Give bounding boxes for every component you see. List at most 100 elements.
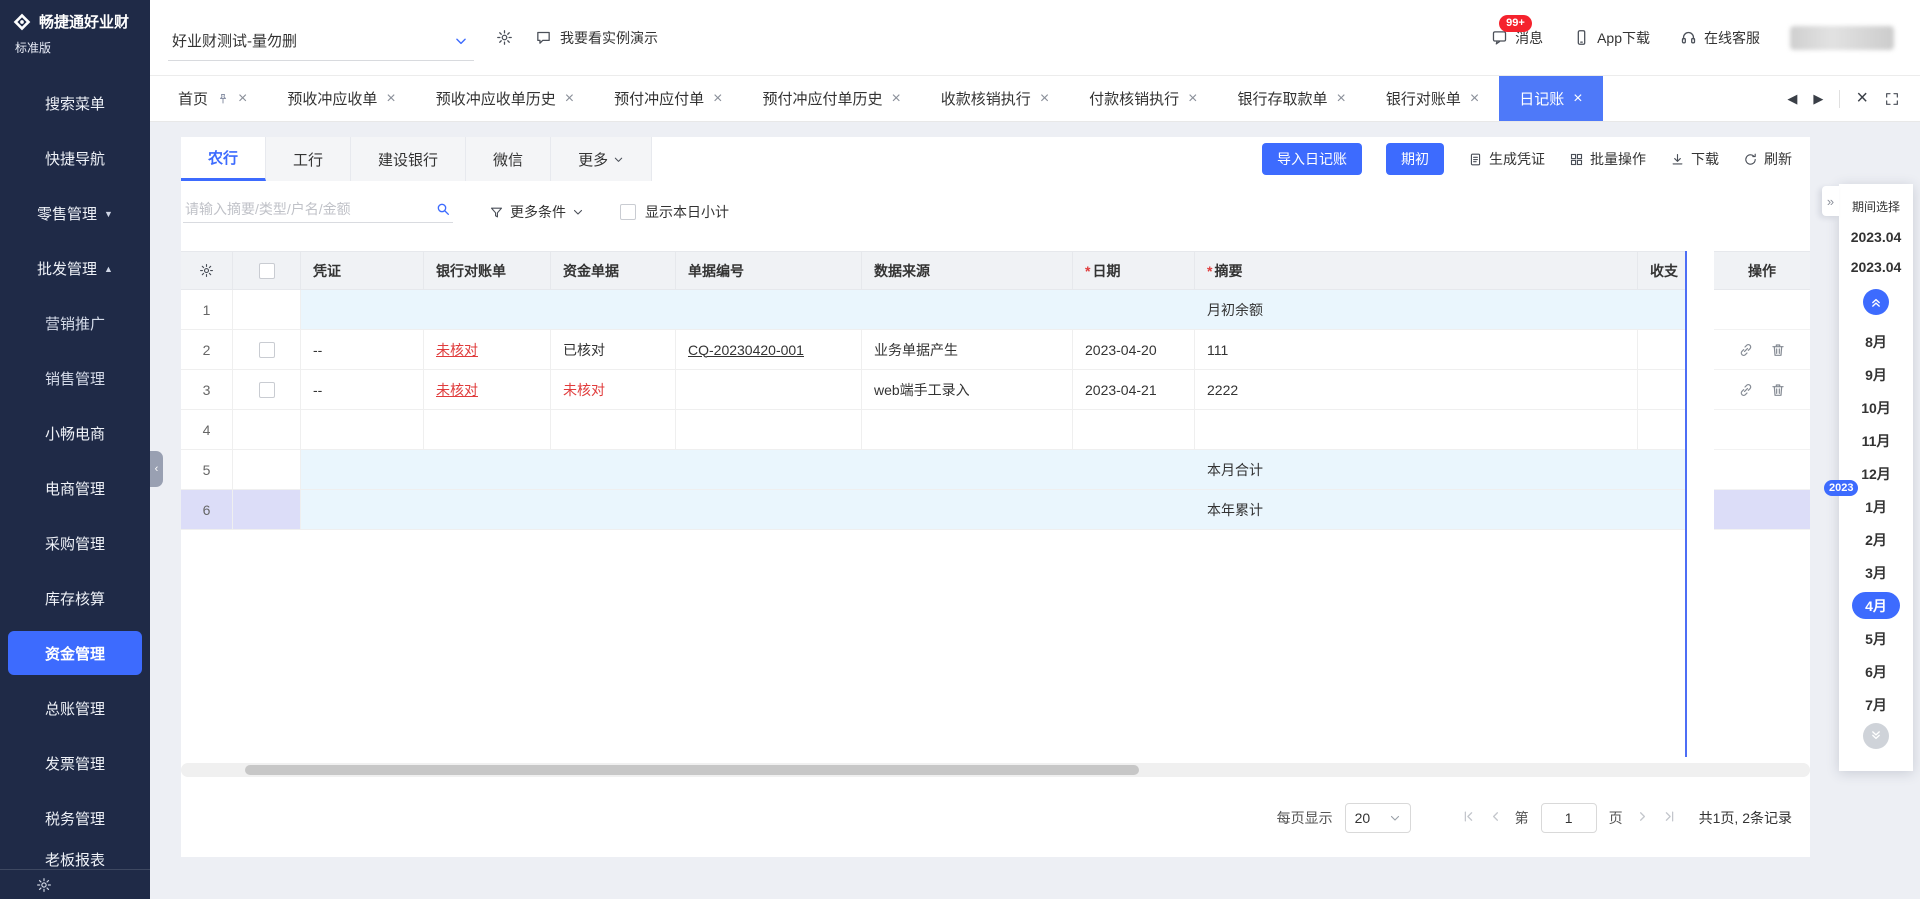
sidebar-item-purchase[interactable]: 采购管理 [0, 516, 150, 571]
tab-close-icon[interactable]: × [565, 90, 574, 108]
fullscreen-icon[interactable] [1884, 91, 1900, 107]
tab-bank-statement[interactable]: 银行对账单 × [1366, 76, 1499, 121]
page-number-input[interactable] [1540, 803, 1597, 833]
tab-close-icon[interactable]: × [1040, 90, 1049, 108]
demo-link[interactable]: 我要看实例演示 [535, 28, 658, 48]
month-item[interactable]: 4月 [1852, 592, 1900, 619]
sidebar-collapse-handle[interactable]: ‹ [150, 451, 163, 487]
refresh-button[interactable]: 刷新 [1743, 149, 1792, 169]
org-selector[interactable]: 好业财测试-量勿删 [168, 24, 474, 61]
workspace-settings-gear-icon[interactable] [496, 29, 513, 46]
tab-advance-payment-writeoff-history[interactable]: 预付冲应付单历史 × [742, 76, 920, 121]
bank-tab-ccb[interactable]: 建设银行 [351, 137, 467, 181]
tab-home[interactable]: 首页 × [158, 76, 267, 121]
row-checkbox[interactable] [258, 341, 275, 358]
more-filters-button[interactable]: 更多条件 [489, 202, 584, 222]
messages-button[interactable]: 99+ 消息 [1491, 14, 1543, 48]
opening-balance-button[interactable]: 期初 [1386, 143, 1444, 175]
tab-close-icon[interactable]: × [891, 90, 900, 108]
tab-close-icon[interactable]: × [1470, 90, 1479, 108]
bank-tab-abc[interactable]: 农行 [181, 137, 267, 181]
tab-advance-payment-writeoff[interactable]: 预付冲应付单 × [594, 76, 742, 121]
tab-close-icon[interactable]: × [1337, 90, 1346, 108]
batch-operations-button[interactable]: 批量操作 [1569, 149, 1646, 169]
next-page-button[interactable] [1635, 809, 1650, 827]
sidebar-item-ecom[interactable]: 电商管理 [0, 461, 150, 516]
scroll-months-up-button[interactable] [1863, 289, 1889, 315]
bank-tab-wechat[interactable]: 微信 [466, 137, 552, 181]
month-item[interactable]: 8月 [1852, 325, 1900, 358]
tab-scroll-right-button[interactable]: ▶ [1813, 91, 1823, 107]
sidebar-item-funds[interactable]: 资金管理 [8, 631, 142, 675]
download-button[interactable]: 下载 [1670, 149, 1719, 169]
sidebar-item-marketing[interactable]: 营销推广 [0, 296, 150, 351]
trash-icon[interactable] [1770, 342, 1786, 358]
horizontal-scrollbar[interactable] [181, 763, 1810, 777]
link-icon[interactable] [1738, 342, 1754, 358]
month-item[interactable]: 10月 [1852, 391, 1900, 424]
sidebar-item-inventory-costing[interactable]: 库存核算 [0, 571, 150, 626]
sidebar-item-sales[interactable]: 销售管理 [0, 351, 150, 406]
trash-icon[interactable] [1770, 382, 1786, 398]
sidebar-item-quick-nav[interactable]: 快捷导航 [0, 131, 150, 186]
tab-close-icon[interactable]: × [1573, 90, 1582, 108]
sidebar-settings-gear-icon[interactable] [36, 877, 52, 893]
select-all-checkbox[interactable] [258, 262, 275, 279]
tab-journal[interactable]: 日记账 × [1499, 76, 1603, 121]
first-page-button[interactable] [1461, 809, 1476, 827]
month-item[interactable]: 7月 [1852, 688, 1900, 721]
column-header-num[interactable] [181, 252, 233, 290]
tab-close-icon[interactable]: × [386, 90, 395, 108]
month-item[interactable]: 9月 [1852, 358, 1900, 391]
month-item[interactable]: 12月 [1852, 457, 1900, 490]
tab-close-icon[interactable]: × [1188, 90, 1197, 108]
period-to[interactable]: 2023.04 [1851, 259, 1902, 275]
sidebar-item-tax[interactable]: 税务管理 [0, 791, 150, 846]
month-item[interactable]: 1月 [1852, 490, 1900, 523]
tab-payment-verification[interactable]: 付款核销执行 × [1069, 76, 1217, 121]
period-from[interactable]: 2023.04 [1851, 229, 1902, 245]
row-checkbox-cell[interactable] [233, 370, 301, 410]
show-daily-subtotal-checkbox[interactable]: 显示本日小计 [620, 202, 729, 222]
tab-close-icon[interactable]: × [713, 90, 722, 108]
search-icon[interactable] [435, 201, 451, 217]
sidebar-item-xiaochang-ecom[interactable]: 小畅电商 [0, 406, 150, 461]
user-name-redacted[interactable] [1790, 25, 1894, 50]
sidebar-item-general-ledger[interactable]: 总账管理 [0, 681, 150, 736]
sidebar-item-wholesale[interactable]: 批发管理 ▲ [0, 241, 150, 296]
tab-advance-receipt-writeoff[interactable]: 预收冲应收单 × [267, 76, 415, 121]
tab-receipt-verification[interactable]: 收款核销执行 × [921, 76, 1069, 121]
bank-tab-more[interactable]: 更多 [551, 137, 653, 181]
sidebar-item-retail[interactable]: 零售管理 ▼ [0, 186, 150, 241]
cell-value-link[interactable]: 未核对 [436, 380, 478, 400]
import-journal-button[interactable]: 导入日记账 [1262, 143, 1362, 175]
month-item[interactable]: 11月 [1852, 424, 1900, 457]
app-download-button[interactable]: App下载 [1573, 28, 1650, 48]
cell-value-link[interactable]: 未核对 [436, 340, 478, 360]
row-checkbox-cell[interactable] [233, 330, 301, 370]
generate-voucher-button[interactable]: 生成凭证 [1468, 149, 1545, 169]
sidebar-item-boss-report[interactable]: 老板报表 [0, 846, 150, 868]
scrollbar-thumb[interactable] [245, 765, 1139, 775]
month-item[interactable]: 2月 [1852, 523, 1900, 556]
tab-close-icon[interactable]: × [238, 90, 247, 108]
per-page-select[interactable]: 20 [1344, 803, 1411, 833]
link-icon[interactable] [1738, 382, 1754, 398]
last-page-button[interactable] [1662, 809, 1677, 827]
bank-tab-icbc[interactable]: 工行 [266, 137, 352, 181]
row-checkbox[interactable] [258, 381, 275, 398]
tab-scroll-left-button[interactable]: ◀ [1787, 91, 1797, 107]
column-header-check[interactable] [233, 252, 301, 290]
month-item[interactable]: 6月 [1852, 655, 1900, 688]
tab-bank-deposit-withdrawal[interactable]: 银行存取款单 × [1218, 76, 1366, 121]
month-item[interactable]: 3月 [1852, 556, 1900, 589]
online-service-button[interactable]: 在线客服 [1680, 28, 1760, 48]
search-input[interactable] [185, 201, 435, 217]
tab-advance-receipt-writeoff-history[interactable]: 预收冲应收单历史 × [416, 76, 594, 121]
prev-page-button[interactable] [1488, 809, 1503, 827]
close-all-tabs-button[interactable]: × [1856, 87, 1868, 110]
sidebar-item-search-menu[interactable]: 搜索菜单 [0, 76, 150, 131]
sidebar-item-invoice[interactable]: 发票管理 [0, 736, 150, 791]
cell-value-link[interactable]: CQ-20230420-001 [688, 342, 804, 358]
period-collapse-handle[interactable]: » [1822, 186, 1839, 216]
